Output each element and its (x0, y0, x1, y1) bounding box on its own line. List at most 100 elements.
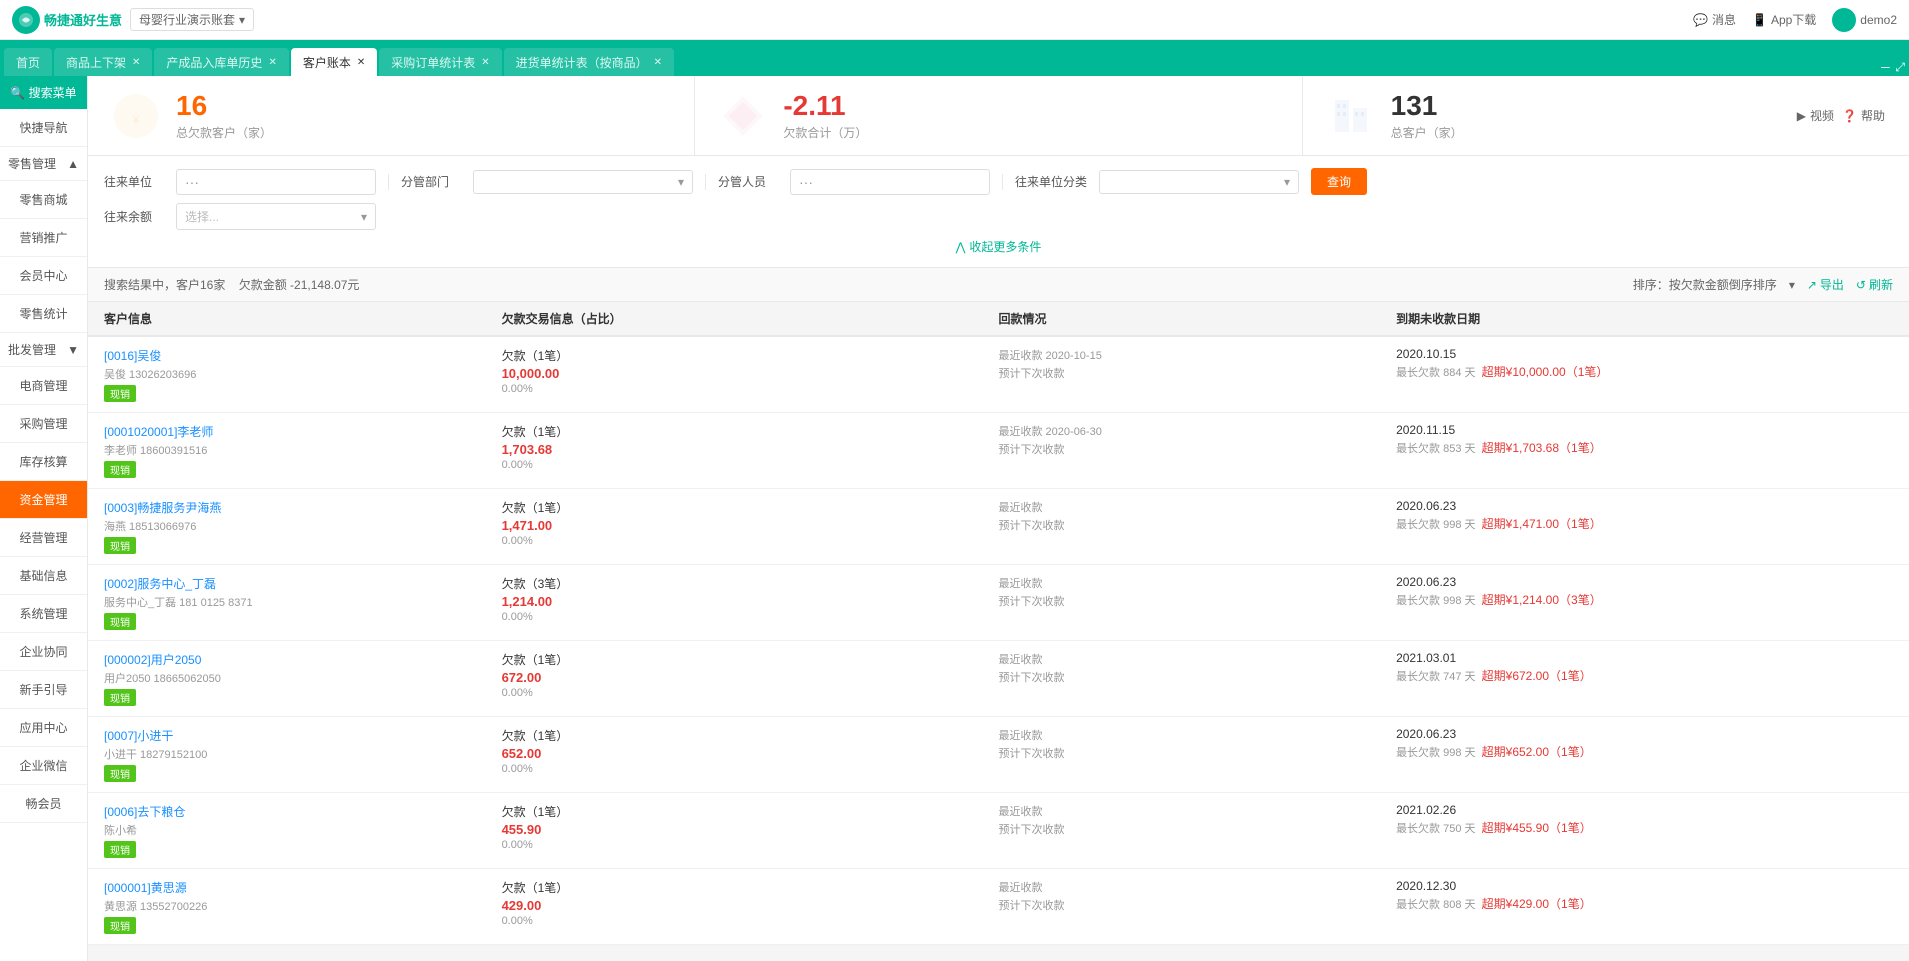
total-customers-label: 总客户（家） (1391, 124, 1463, 141)
customer-phone: 海燕 18513066976 (104, 518, 502, 534)
sidebar-item-pro-member[interactable]: 畅会员 (0, 785, 87, 823)
filter-area: 往来单位 ··· 分管部门 ▾ 分管人员 ··· 往来 (88, 156, 1909, 268)
overdue-customers-number: 16 (176, 90, 272, 122)
overdue-amount-link[interactable]: 超期¥429.00（1笔） (1482, 897, 1592, 911)
tab-purchase-order[interactable]: 采购订单统计表 ✕ (379, 48, 501, 76)
tab-close-product-offshelf[interactable]: ✕ (132, 57, 140, 68)
customer-info-cell: [0016]吴俊 吴俊 13026203696 现销 (104, 347, 502, 402)
message-btn[interactable]: 💬 消息 (1693, 11, 1736, 28)
refresh-btn[interactable]: ↺ 刷新 (1856, 276, 1893, 293)
customer-name-link[interactable]: [0007]小进干 (104, 727, 502, 744)
customer-name-link[interactable]: [000001]黄思源 (104, 879, 502, 896)
sort-label[interactable]: 排序：按欠款金额倒序排序 (1633, 276, 1777, 293)
customer-phone: 服务中心_丁磊 181 0125 8371 (104, 594, 502, 610)
customer-name-link[interactable]: [0002]服务中心_丁磊 (104, 575, 502, 592)
debt-amount: 1,471.00 (502, 518, 999, 533)
sidebar-item-ecommerce[interactable]: 电商管理 (0, 367, 87, 405)
sidebar-item-purchase-mgmt[interactable]: 采购管理 (0, 405, 87, 443)
header-left: 畅捷通好生意 母婴行业演示账套 ▾ (12, 6, 254, 34)
customer-tag: 现销 (104, 461, 136, 478)
stat-overdue-customers: ¥ 16 总欠款客户（家） (88, 76, 695, 155)
tab-customer-account[interactable]: 客户账本 ✕ (291, 48, 377, 76)
app-download-btn[interactable]: 📱 App下载 (1752, 11, 1816, 28)
debt-ratio: 0.00% (502, 459, 999, 471)
help-btn[interactable]: ❓ 帮助 (1842, 107, 1885, 124)
filter-row-2: 往来余额 选择... ▾ (104, 203, 1893, 230)
tab-close-product-history[interactable]: ✕ (268, 57, 276, 68)
chevron-down-icon: ▼ (67, 343, 79, 357)
customer-tag: 现销 (104, 385, 136, 402)
sidebar-item-basic-info[interactable]: 基础信息 (0, 557, 87, 595)
debt-info-cell: 欠款（1笔） 10,000.00 0.00% (502, 347, 999, 395)
sidebar-item-enterprise-coop[interactable]: 企业协同 (0, 633, 87, 671)
industry-selector[interactable]: 母婴行业演示账套 ▾ (130, 8, 254, 31)
debt-info-cell: 欠款（1笔） 1,703.68 0.00% (502, 423, 999, 471)
debt-ratio: 0.00% (502, 383, 999, 395)
overdue-amount-link[interactable]: 超期¥1,471.00（1笔） (1482, 517, 1602, 531)
tab-close-purchase-stats[interactable]: ✕ (654, 57, 662, 68)
sidebar-item-member-center[interactable]: 会员中心 (0, 257, 87, 295)
sidebar-item-retail-stats[interactable]: 零售统计 (0, 295, 87, 333)
overdue-amount-link[interactable]: 超期¥672.00（1笔） (1482, 669, 1592, 683)
sidebar-item-retail-mgmt[interactable]: 零售管理 ▲ (0, 147, 87, 181)
sidebar-item-inventory[interactable]: 库存核算 (0, 443, 87, 481)
tab-maximize-icon[interactable]: ⤢ (1895, 60, 1905, 75)
sidebar-item-enterprise-wechat[interactable]: 企业微信 (0, 747, 87, 785)
source-unit-select[interactable]: ··· (176, 169, 376, 195)
sidebar-item-capital[interactable]: 资金管理 (0, 481, 87, 519)
overdue-amount-link[interactable]: 超期¥652.00（1笔） (1482, 745, 1592, 759)
download-icon: 📱 (1752, 13, 1767, 27)
tab-product-history[interactable]: 产成品入库单历史 ✕ (154, 48, 288, 76)
balance-select[interactable]: 选择... ▾ (176, 203, 376, 230)
next-payment: 预计下次收款 (999, 821, 1397, 837)
sidebar-item-batch-mgmt[interactable]: 批发管理 ▼ (0, 333, 87, 367)
due-date-cell: 2020.06.23 最长欠款 998 天 超期¥1,214.00（3笔） (1396, 575, 1893, 608)
customer-name-link[interactable]: [000002]用户2050 (104, 651, 502, 668)
sidebar-item-app-center[interactable]: 应用中心 (0, 709, 87, 747)
overdue-amount-link[interactable]: 超期¥1,214.00（3笔） (1482, 593, 1602, 607)
customer-phone: 用户2050 18665062050 (104, 670, 502, 686)
tab-close-customer-account[interactable]: ✕ (357, 57, 365, 68)
table-row: [000002]用户2050 用户2050 18665062050 现销 欠款（… (88, 641, 1909, 717)
sidebar-item-marketing[interactable]: 营销推广 (0, 219, 87, 257)
svg-text:¥: ¥ (132, 113, 140, 127)
debt-count: 欠款（1笔） (502, 347, 999, 364)
sidebar-search[interactable]: 🔍 搜索菜单 (0, 76, 87, 109)
customer-name-link[interactable]: [0001020001]李老师 (104, 423, 502, 440)
user-avatar-btn[interactable]: demo2 (1832, 8, 1897, 32)
overdue-amount-link[interactable]: 超期¥1,703.68（1笔） (1482, 441, 1602, 455)
recovery-cell: 最近收款 预计下次收款 (999, 575, 1397, 609)
sidebar-item-quick-nav[interactable]: 快捷导航 (0, 109, 87, 147)
customer-info-cell: [0003]畅捷服务尹海燕 海燕 18513066976 现销 (104, 499, 502, 554)
customer-info-cell: [0002]服务中心_丁磊 服务中心_丁磊 181 0125 8371 现销 (104, 575, 502, 630)
tab-minimize-icon[interactable]: － (1879, 59, 1891, 76)
collapse-btn[interactable]: ⋀ 收起更多条件 (104, 238, 1893, 255)
sidebar-item-system[interactable]: 系统管理 (0, 595, 87, 633)
tab-purchase-stats[interactable]: 进货单统计表（按商品） ✕ (504, 48, 674, 76)
overdue-amount-link[interactable]: 超期¥455.90（1笔） (1482, 821, 1592, 835)
customer-name-link[interactable]: [0006]去下粮仓 (104, 803, 502, 820)
tab-close-purchase-order[interactable]: ✕ (481, 57, 489, 68)
divider-2 (705, 174, 706, 190)
sidebar-item-new-guide[interactable]: 新手引导 (0, 671, 87, 709)
customer-name-link[interactable]: [0003]畅捷服务尹海燕 (104, 499, 502, 516)
overdue-amount-link[interactable]: 超期¥10,000.00（1笔） (1482, 365, 1609, 379)
tab-home[interactable]: 首页 (4, 48, 52, 76)
customer-tag: 现销 (104, 917, 136, 934)
export-btn[interactable]: ↗ 导出 (1807, 276, 1844, 293)
sidebar-item-retail-mall[interactable]: 零售商城 (0, 181, 87, 219)
dept-select[interactable]: ▾ (473, 170, 693, 194)
video-btn[interactable]: ▶ 视频 (1797, 107, 1834, 124)
diamond-icon (719, 92, 767, 140)
customer-name-link[interactable]: [0016]吴俊 (104, 347, 502, 364)
query-button[interactable]: 查询 (1311, 168, 1367, 195)
sidebar-item-operations[interactable]: 经营管理 (0, 519, 87, 557)
unit-category-label: 往来单位分类 (1015, 173, 1087, 190)
yuan-icon: ¥ (112, 92, 160, 140)
unit-category-select[interactable]: ▾ (1099, 170, 1299, 194)
content-area: ¥ 16 总欠款客户（家） -2.11 欠款合计（万 (88, 76, 1909, 961)
message-icon: 💬 (1693, 13, 1708, 27)
manager-select[interactable]: ··· (790, 169, 990, 195)
tab-product-offshelf[interactable]: 商品上下架 ✕ (54, 48, 152, 76)
debt-amount: 1,703.68 (502, 442, 999, 457)
